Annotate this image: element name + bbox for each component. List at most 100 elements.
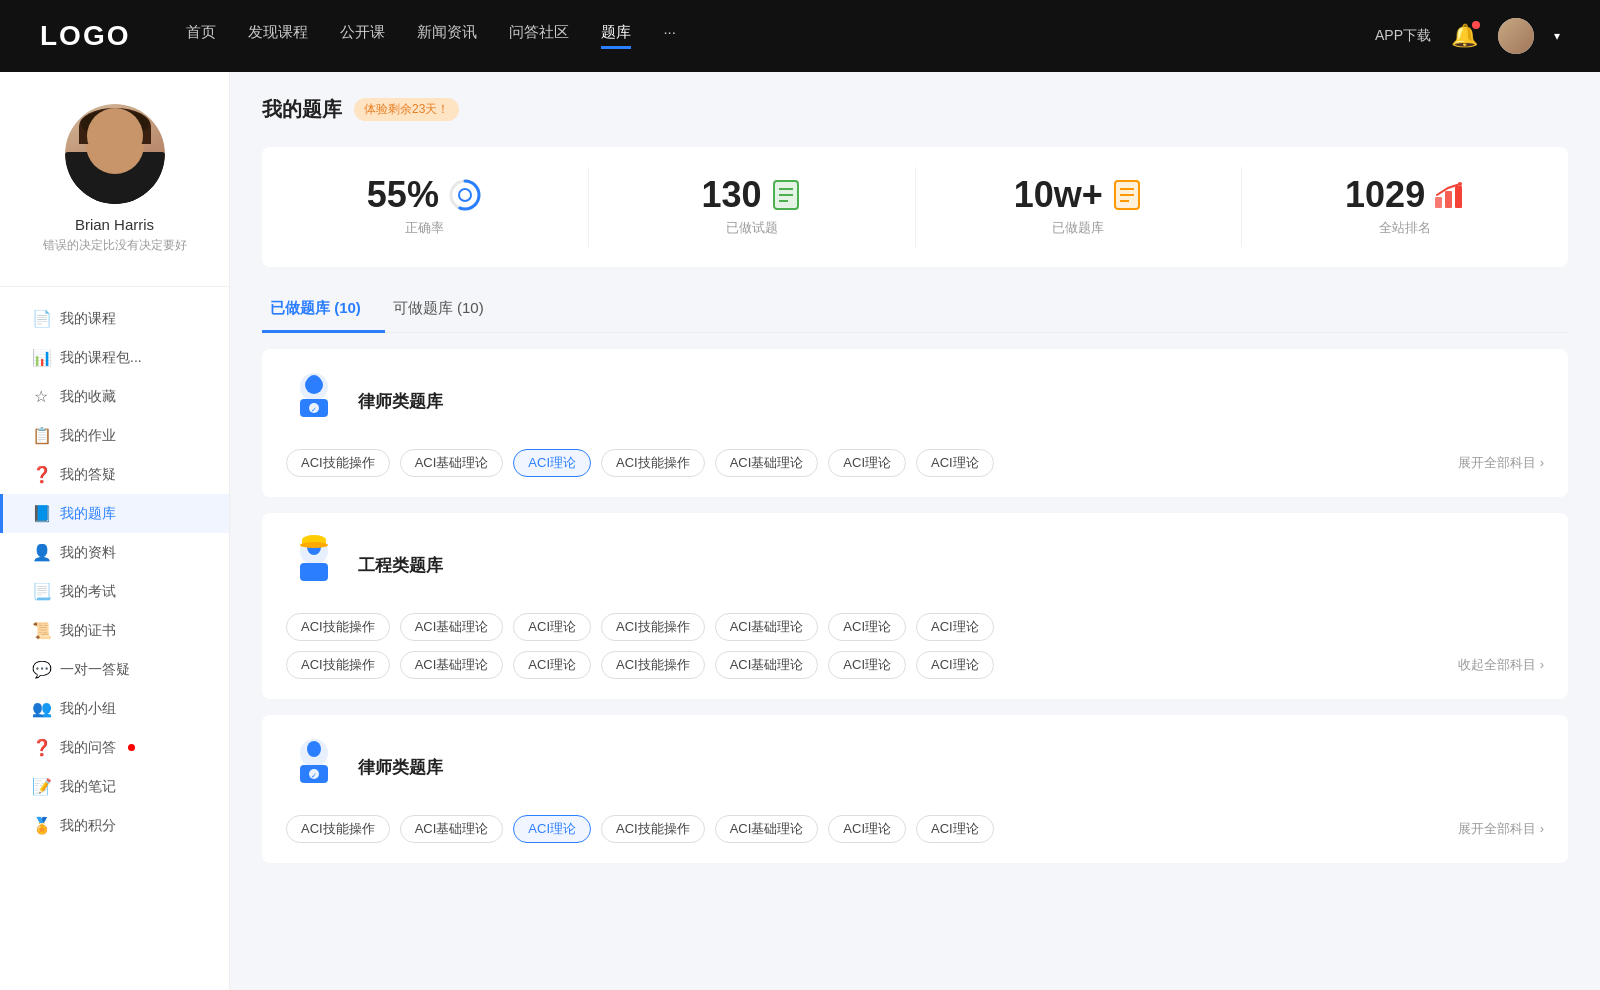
tag[interactable]: ACI技能操作 bbox=[286, 651, 390, 679]
accuracy-progress-icon bbox=[447, 177, 483, 213]
app-download[interactable]: APP下载 bbox=[1375, 27, 1431, 45]
tag[interactable]: ACI理论 bbox=[828, 815, 906, 843]
page-header: 我的题库 体验剩余23天！ bbox=[262, 96, 1568, 123]
expand-button[interactable]: 展开全部科目 › bbox=[1458, 820, 1544, 838]
done-questions-icon bbox=[770, 179, 802, 211]
svg-rect-25 bbox=[300, 563, 328, 581]
tag[interactable]: ACI理论 bbox=[828, 651, 906, 679]
tag[interactable]: ACI理论 bbox=[916, 651, 994, 679]
sidebar-item-question-bank[interactable]: 📘 我的题库 bbox=[0, 494, 229, 533]
nav-discover[interactable]: 发现课程 bbox=[248, 23, 308, 49]
tag[interactable]: ACI技能操作 bbox=[601, 449, 705, 477]
stat-done-top: 130 bbox=[702, 177, 802, 213]
stat-ranking: 1029 全站排名 bbox=[1242, 167, 1568, 247]
sidebar-item-points[interactable]: 🏅 我的积分 bbox=[0, 806, 229, 845]
sidebar-item-notes[interactable]: 📝 我的笔记 bbox=[0, 767, 229, 806]
tag[interactable]: ACI基础理论 bbox=[715, 651, 819, 679]
tag[interactable]: ACI基础理论 bbox=[715, 613, 819, 641]
tag[interactable]: ACI理论 bbox=[828, 449, 906, 477]
lawyer2-icon: ✓ bbox=[286, 735, 342, 799]
nav-home[interactable]: 首页 bbox=[186, 23, 216, 49]
username: Brian Harris bbox=[75, 216, 154, 233]
tag[interactable]: ACI基础理论 bbox=[715, 815, 819, 843]
tag[interactable]: ACI技能操作 bbox=[286, 613, 390, 641]
sidebar-item-my-questions[interactable]: ❓ 我的问答 bbox=[0, 728, 229, 767]
tag[interactable]: ACI技能操作 bbox=[601, 815, 705, 843]
question-bank-icon: 📘 bbox=[32, 504, 50, 523]
sidebar-label: 我的课程 bbox=[60, 310, 116, 328]
tag[interactable]: ACI技能操作 bbox=[601, 651, 705, 679]
nav-question-bank[interactable]: 题库 bbox=[601, 23, 631, 49]
stat-banks-top: 10w+ bbox=[1014, 177, 1143, 213]
tag[interactable]: ACI理论 bbox=[916, 815, 994, 843]
tab-done-banks[interactable]: 已做题库 (10) bbox=[262, 291, 385, 333]
sidebar-label: 我的答疑 bbox=[60, 466, 116, 484]
sidebar-divider bbox=[0, 286, 229, 287]
tab-available-banks[interactable]: 可做题库 (10) bbox=[385, 291, 508, 333]
sidebar-item-my-courses[interactable]: 📄 我的课程 bbox=[0, 299, 229, 338]
svg-point-19 bbox=[307, 375, 321, 391]
sidebar-item-certificate[interactable]: 📜 我的证书 bbox=[0, 611, 229, 650]
tag[interactable]: ACI基础理论 bbox=[400, 651, 504, 679]
expand-button[interactable]: 展开全部科目 › bbox=[1458, 454, 1544, 472]
nav-qa[interactable]: 问答社区 bbox=[509, 23, 569, 49]
sidebar-item-exam[interactable]: 📃 我的考试 bbox=[0, 572, 229, 611]
tag[interactable]: ACI基础理论 bbox=[715, 449, 819, 477]
tag[interactable]: ACI基础理论 bbox=[400, 449, 504, 477]
tag-selected[interactable]: ACI理论 bbox=[513, 815, 591, 843]
tag-selected[interactable]: ACI理论 bbox=[513, 449, 591, 477]
done-banks-label: 已做题库 bbox=[1052, 219, 1104, 237]
tag[interactable]: ACI理论 bbox=[916, 613, 994, 641]
avatar-wrapper[interactable] bbox=[65, 104, 165, 204]
stat-done-banks: 10w+ 已做题库 bbox=[916, 167, 1243, 247]
stat-ranking-top: 1029 bbox=[1345, 177, 1465, 213]
sidebar-item-one-on-one[interactable]: 💬 一对一答疑 bbox=[0, 650, 229, 689]
tag[interactable]: ACI基础理论 bbox=[400, 613, 504, 641]
sidebar-item-group[interactable]: 👥 我的小组 bbox=[0, 689, 229, 728]
ranking-label: 全站排名 bbox=[1379, 219, 1431, 237]
notification-bell[interactable]: 🔔 bbox=[1451, 23, 1478, 49]
profile-area: Brian Harris 错误的决定比没有决定要好 bbox=[0, 104, 229, 274]
tag[interactable]: ACI理论 bbox=[513, 651, 591, 679]
stat-accuracy-top: 55% bbox=[367, 177, 483, 213]
lawyer2-tags-row: ACI技能操作 ACI基础理论 ACI理论 ACI技能操作 ACI基础理论 AC… bbox=[286, 815, 1544, 843]
done-banks-value: 10w+ bbox=[1014, 177, 1103, 213]
sidebar-item-course-package[interactable]: 📊 我的课程包... bbox=[0, 338, 229, 377]
done-questions-label: 已做试题 bbox=[726, 219, 778, 237]
nav-more[interactable]: ··· bbox=[663, 23, 676, 49]
nav-links: 首页 发现课程 公开课 新闻资讯 问答社区 题库 ··· bbox=[186, 23, 1343, 49]
sidebar-label: 我的证书 bbox=[60, 622, 116, 640]
engineer1-tags-multirow: ACI技能操作 ACI基础理论 ACI理论 ACI技能操作 ACI基础理论 AC… bbox=[286, 613, 1544, 679]
tag[interactable]: ACI理论 bbox=[513, 613, 591, 641]
sidebar-item-homework[interactable]: 📋 我的作业 bbox=[0, 416, 229, 455]
nav-open-course[interactable]: 公开课 bbox=[340, 23, 385, 49]
sidebar-label: 我的问答 bbox=[60, 739, 116, 757]
svg-point-2 bbox=[459, 189, 471, 201]
course-package-icon: 📊 bbox=[32, 348, 50, 367]
accuracy-value: 55% bbox=[367, 177, 439, 213]
logo: LOGO bbox=[40, 20, 130, 52]
sidebar-label: 一对一答疑 bbox=[60, 661, 130, 679]
tag[interactable]: ACI基础理论 bbox=[400, 815, 504, 843]
favorites-icon: ☆ bbox=[32, 387, 50, 406]
sidebar-item-favorites[interactable]: ☆ 我的收藏 bbox=[0, 377, 229, 416]
certificate-icon: 📜 bbox=[32, 621, 50, 640]
one-on-one-icon: 💬 bbox=[32, 660, 50, 679]
stats-row: 55% 正确率 130 bbox=[262, 147, 1568, 267]
tag[interactable]: ACI技能操作 bbox=[286, 449, 390, 477]
sidebar-item-qa[interactable]: ❓ 我的答疑 bbox=[0, 455, 229, 494]
nav-right: APP下载 🔔 ▾ bbox=[1375, 18, 1560, 54]
user-avatar-nav[interactable] bbox=[1498, 18, 1534, 54]
svg-text:✓: ✓ bbox=[311, 406, 317, 413]
tag[interactable]: ACI理论 bbox=[828, 613, 906, 641]
lawyer2-title: 律师类题库 bbox=[358, 756, 443, 779]
collapse-button[interactable]: 收起全部科目 › bbox=[1458, 656, 1544, 674]
svg-point-28 bbox=[300, 542, 328, 548]
user-dropdown-arrow[interactable]: ▾ bbox=[1554, 29, 1560, 43]
bank-card-engineer1-header: 工程类题库 bbox=[286, 533, 1544, 597]
tag[interactable]: ACI技能操作 bbox=[601, 613, 705, 641]
tag[interactable]: ACI理论 bbox=[916, 449, 994, 477]
sidebar-item-profile[interactable]: 👤 我的资料 bbox=[0, 533, 229, 572]
tag[interactable]: ACI技能操作 bbox=[286, 815, 390, 843]
nav-news[interactable]: 新闻资讯 bbox=[417, 23, 477, 49]
